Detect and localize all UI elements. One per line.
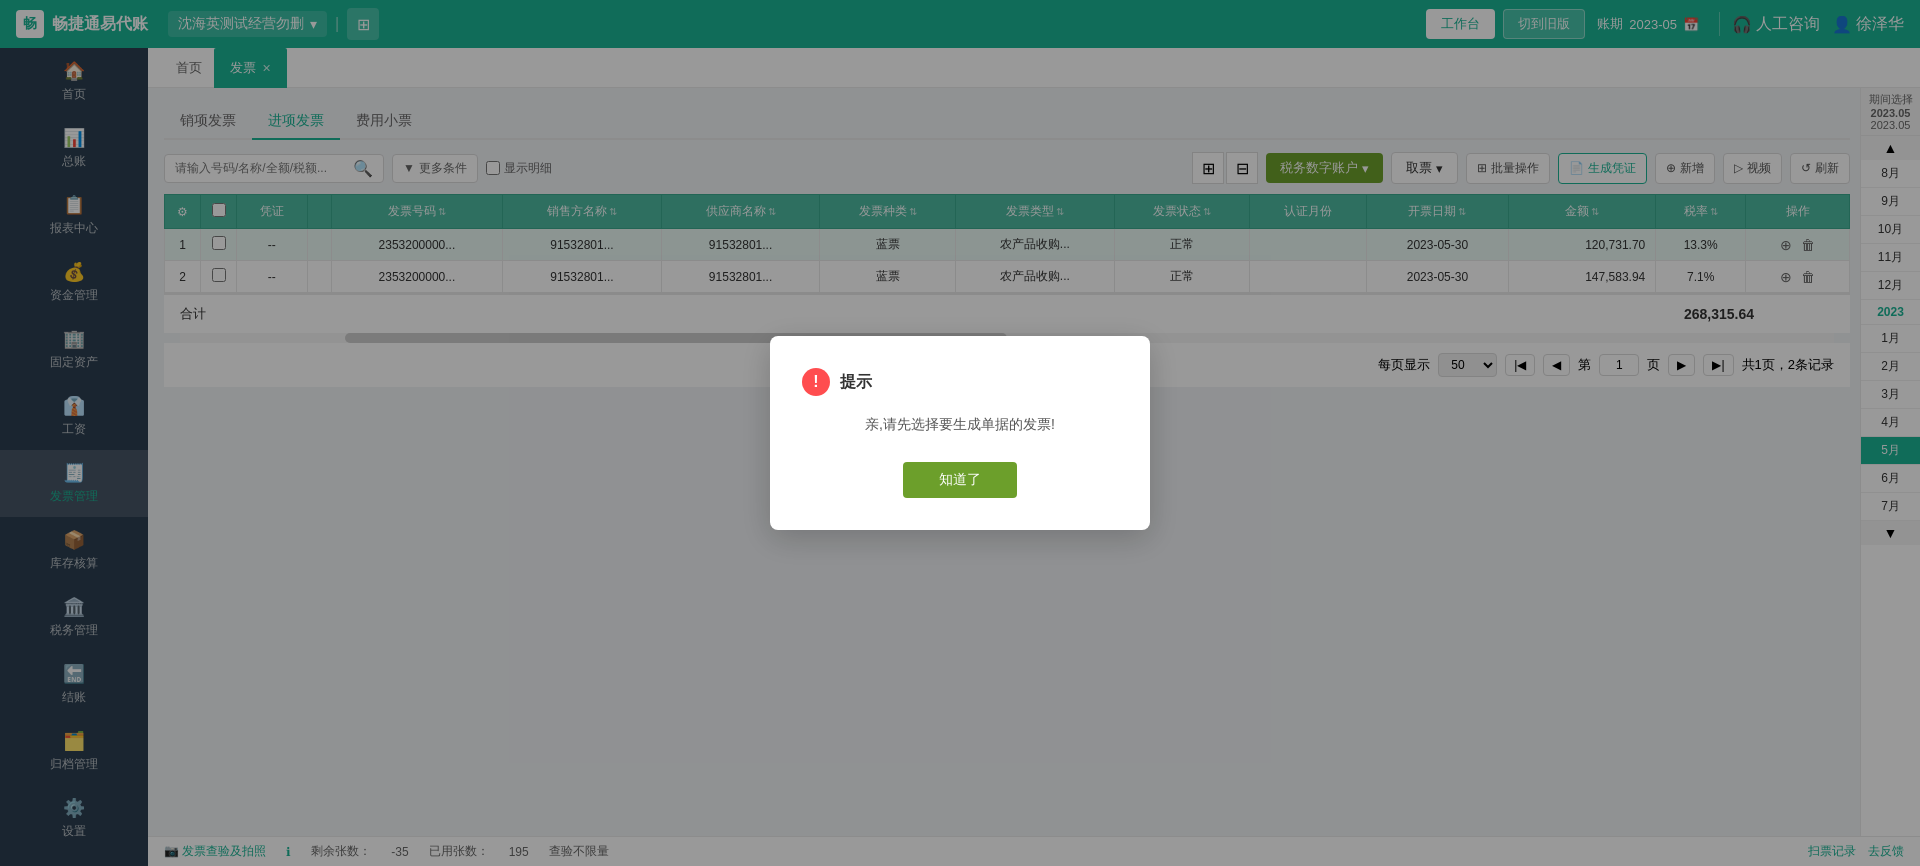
modal-dialog: ! 提示 亲,请先选择要生成单据的发票! 知道了 <box>770 336 1150 530</box>
modal-title-row: ! 提示 <box>802 368 872 396</box>
modal-message: 亲,请先选择要生成单据的发票! <box>865 416 1055 434</box>
modal-overlay: ! 提示 亲,请先选择要生成单据的发票! 知道了 <box>0 0 1920 866</box>
modal-title: 提示 <box>840 372 872 393</box>
modal-confirm-button[interactable]: 知道了 <box>903 462 1017 498</box>
warning-icon: ! <box>802 368 830 396</box>
